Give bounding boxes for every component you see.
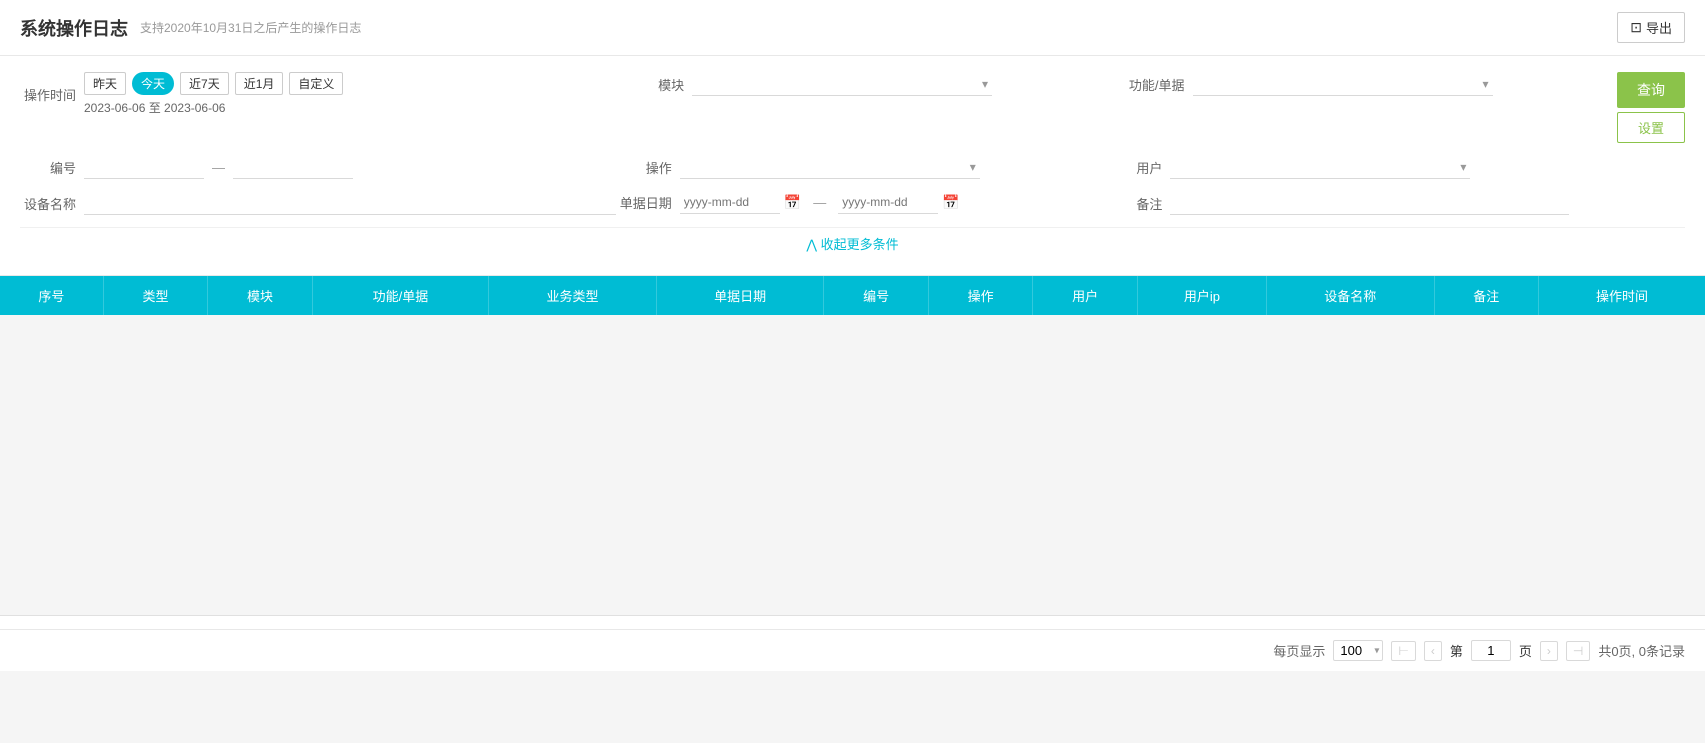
function-select-wrap: ▾	[1193, 72, 1493, 96]
number-from-input[interactable]	[84, 155, 204, 179]
page-subtitle: 支持2020年10月31日之后产生的操作日志	[140, 19, 361, 36]
col-number: 编号	[824, 276, 928, 315]
col-doc-date: 单据日期	[656, 276, 824, 315]
operation-label: 操作	[616, 158, 672, 177]
settings-button[interactable]: 设置	[1617, 112, 1685, 143]
today-btn[interactable]: 今天	[132, 72, 174, 95]
page-header: 系统操作日志 支持2020年10月31日之后产生的操作日志 ⊡ 导出	[0, 0, 1705, 56]
col-operation: 操作	[928, 276, 1032, 315]
doc-date-dash: —	[813, 195, 826, 210]
remark-label: 备注	[1092, 194, 1162, 213]
export-button[interactable]: ⊡ 导出	[1617, 12, 1685, 43]
time-buttons: 昨天 今天 近7天 近1月 自定义	[84, 72, 343, 95]
filter-row-1: 操作时间 昨天 今天 近7天 近1月 自定义 2023-06-06 至 2023…	[20, 72, 1685, 143]
total-label: 共0页, 0条记录	[1598, 641, 1685, 660]
next-page-button[interactable]: ›	[1540, 641, 1558, 661]
first-page-button[interactable]: ⊢	[1391, 641, 1415, 661]
filter-row-3: 设备名称 单据日期 📅 — 📅 备注	[20, 191, 1685, 215]
data-table: 序号 类型 模块 功能/单据 业务类型 单据日期 编号 操作 用户 用户ip 设…	[0, 276, 1705, 315]
collapse-bar[interactable]: ⋀ 收起更多条件	[20, 227, 1685, 259]
table-section: 序号 类型 模块 功能/单据 业务类型 单据日期 编号 操作 用户 用户ip 设…	[0, 276, 1705, 615]
query-button[interactable]: 查询	[1617, 72, 1685, 108]
table-header: 序号 类型 模块 功能/单据 业务类型 单据日期 编号 操作 用户 用户ip 设…	[0, 276, 1705, 315]
doc-date-from[interactable]	[680, 191, 780, 214]
filter-item-device: 设备名称	[20, 191, 616, 215]
col-user: 用户	[1033, 276, 1137, 315]
collapse-label: 收起更多条件	[821, 237, 899, 252]
filter-item-function: 功能/单据 ▾	[1115, 72, 1601, 96]
scroll-bar-inner	[0, 616, 1705, 617]
col-seqno: 序号	[0, 276, 103, 315]
operation-time-label: 操作时间	[20, 85, 76, 104]
remark-input[interactable]	[1170, 191, 1569, 215]
action-buttons: 查询 设置	[1617, 72, 1685, 143]
user-select[interactable]	[1170, 155, 1470, 179]
filter-section: 操作时间 昨天 今天 近7天 近1月 自定义 2023-06-06 至 2023…	[0, 56, 1705, 276]
page-size-wrap: 100 50 200 ▾	[1333, 640, 1383, 661]
number-dash: —	[212, 160, 225, 175]
device-label: 设备名称	[20, 194, 76, 213]
collapse-icon: ⋀	[806, 237, 817, 252]
number-to-input[interactable]	[233, 155, 353, 179]
filter-item-user: 用户 ▾	[1092, 155, 1569, 179]
empty-area	[0, 315, 1705, 615]
filter-item-remark: 备注	[1092, 191, 1569, 215]
export-label: 导出	[1646, 18, 1672, 37]
last1month-btn[interactable]: 近1月	[235, 72, 284, 95]
export-icon: ⊡	[1630, 19, 1642, 36]
function-label: 功能/单据	[1115, 75, 1185, 94]
time-buttons-col: 昨天 今天 近7天 近1月 自定义 2023-06-06 至 2023-06-0…	[84, 72, 343, 116]
page-size-select[interactable]: 100 50 200	[1333, 640, 1383, 661]
filter-item-number: 编号 —	[20, 155, 616, 179]
col-function: 功能/单据	[312, 276, 488, 315]
page-unit: 页	[1519, 641, 1532, 660]
pagination: 每页显示 100 50 200 ▾ ⊢ ‹ 第 页 › ⊣ 共0页, 0条记录	[0, 629, 1705, 671]
col-device: 设备名称	[1266, 276, 1434, 315]
user-label: 用户	[1092, 158, 1162, 177]
filter-item-module: 模块 ▾	[628, 72, 1114, 96]
yesterday-btn[interactable]: 昨天	[84, 72, 126, 95]
device-input[interactable]	[84, 191, 616, 215]
custom-btn[interactable]: 自定义	[289, 72, 343, 95]
horizontal-scrollbar[interactable]	[0, 615, 1705, 629]
operation-select-wrap: ▾	[680, 155, 980, 179]
filter-item-operation: 操作 ▾	[616, 155, 1093, 179]
col-remark: 备注	[1434, 276, 1538, 315]
doc-date-range: 📅 — 📅	[680, 191, 1093, 214]
number-label: 编号	[20, 158, 76, 177]
filter-item-time: 操作时间 昨天 今天 近7天 近1月 自定义 2023-06-06 至 2023…	[20, 72, 628, 116]
page-title: 系统操作日志	[20, 15, 128, 41]
filter-item-docdate: 单据日期 📅 — 📅	[616, 191, 1093, 214]
doc-date-to[interactable]	[838, 191, 938, 214]
last-page-button[interactable]: ⊣	[1566, 641, 1590, 661]
module-select[interactable]	[692, 72, 992, 96]
col-module: 模块	[208, 276, 312, 315]
last7-btn[interactable]: 近7天	[180, 72, 229, 95]
module-select-wrap: ▾	[692, 72, 992, 96]
page-size-label: 每页显示	[1273, 641, 1325, 660]
user-select-wrap: ▾	[1170, 155, 1470, 179]
table-header-row: 序号 类型 模块 功能/单据 业务类型 单据日期 编号 操作 用户 用户ip 设…	[0, 276, 1705, 315]
function-select[interactable]	[1193, 72, 1493, 96]
col-biz-type: 业务类型	[489, 276, 657, 315]
calendar-from-icon[interactable]: 📅	[784, 194, 801, 211]
page-label: 第	[1450, 641, 1463, 660]
module-label: 模块	[628, 75, 684, 94]
filter-row-2: 编号 — 操作 ▾ 用户 ▾	[20, 155, 1685, 179]
calendar-to-icon[interactable]: 📅	[942, 194, 959, 211]
doc-date-label: 单据日期	[616, 193, 672, 212]
col-op-time: 操作时间	[1539, 276, 1705, 315]
col-user-ip: 用户ip	[1137, 276, 1266, 315]
page-number-input[interactable]	[1471, 640, 1511, 661]
date-range-display: 2023-06-06 至 2023-06-06	[84, 99, 343, 116]
prev-page-button[interactable]: ‹	[1424, 641, 1442, 661]
col-type: 类型	[103, 276, 207, 315]
operation-select[interactable]	[680, 155, 980, 179]
